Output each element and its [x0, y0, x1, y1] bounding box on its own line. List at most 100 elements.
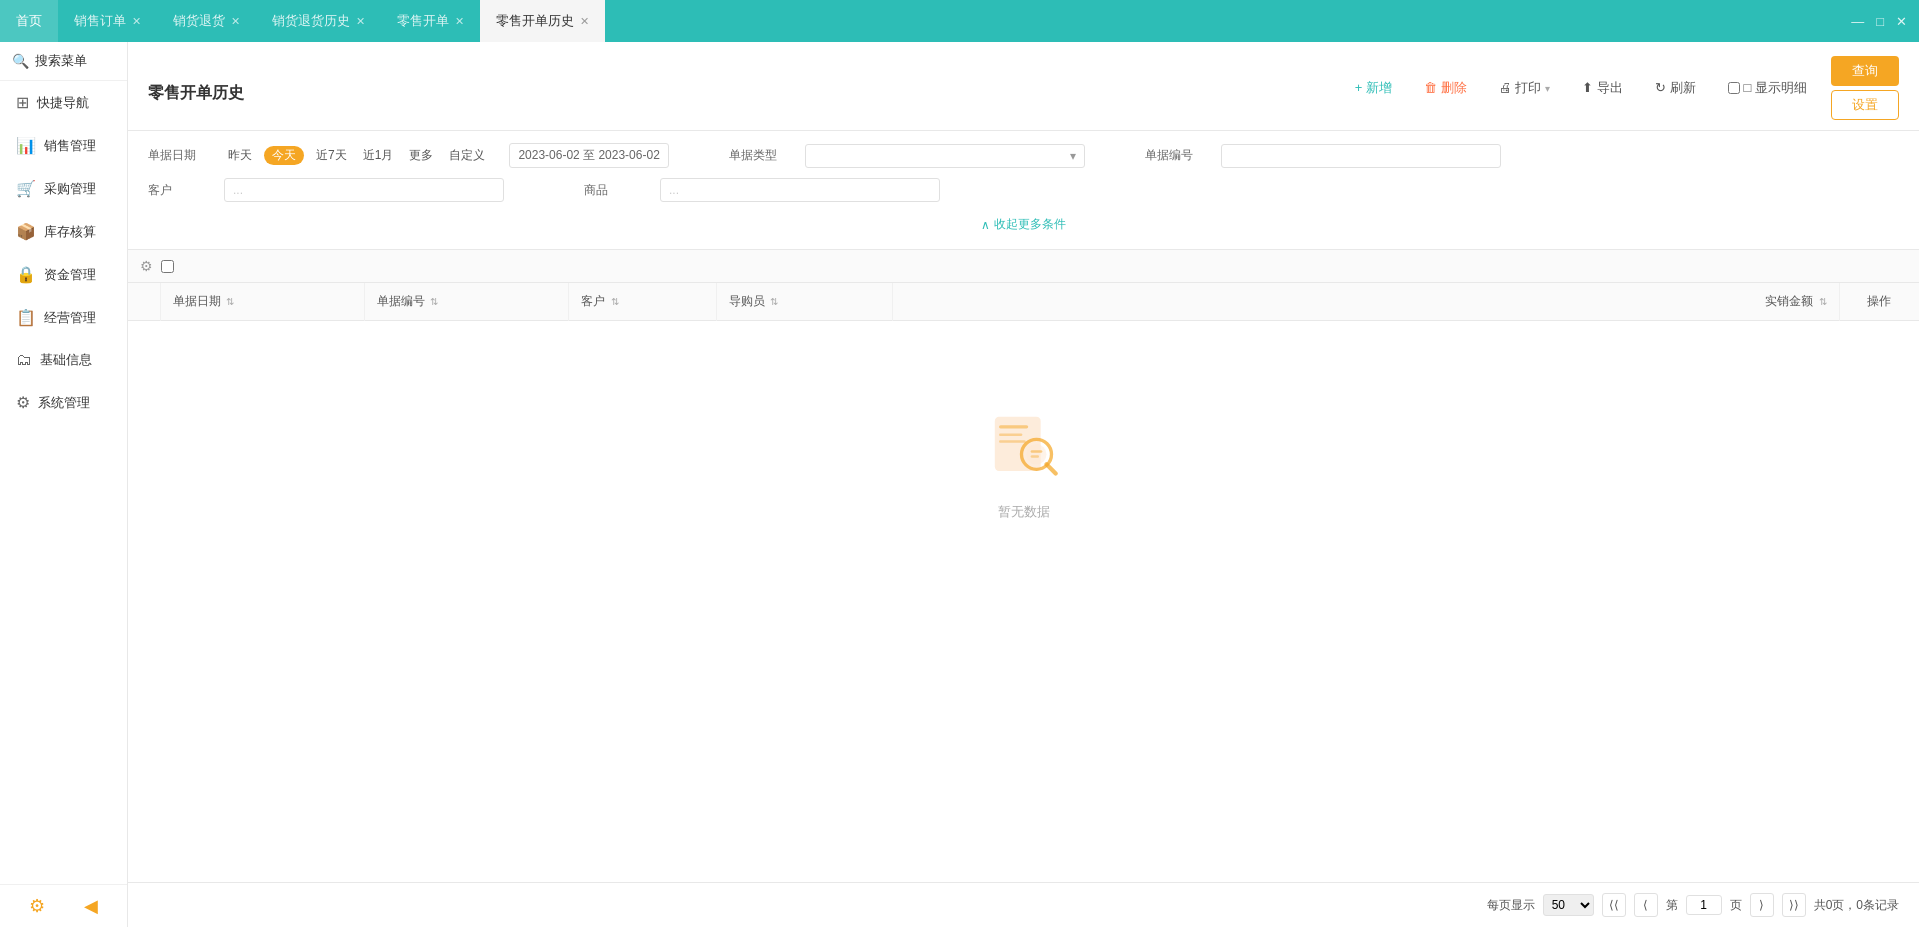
collapse-button[interactable]: ◀: [84, 895, 98, 917]
goods-label: 商品: [584, 182, 640, 199]
date-option-more[interactable]: 更多: [405, 146, 437, 165]
date-option-yesterday[interactable]: 昨天: [224, 146, 256, 165]
goods-dots[interactable]: ...: [669, 183, 679, 197]
svg-rect-7: [1030, 450, 1042, 453]
sidebar-item-basic-info[interactable]: 🗂 基础信息: [0, 339, 127, 381]
refresh-button[interactable]: ↻ 刷新: [1647, 75, 1704, 101]
settings-button[interactable]: ⚙: [29, 895, 45, 917]
print-button[interactable]: 🖨 打印 ▾: [1491, 75, 1559, 101]
tab-close-sales-return-history[interactable]: ✕: [356, 15, 365, 28]
tab-home[interactable]: 首页: [0, 0, 58, 42]
page-header: 零售开单历史 + 新增 🗑 删除 🖨 打印 ▾ ⬆ 导出 ↻ 刷新: [128, 42, 1919, 131]
filter-section: 单据日期 昨天 今天 近7天 近1月 更多 自定义 2023-06-02 至 2…: [128, 131, 1919, 250]
display-detail-button[interactable]: □ 显示明细: [1720, 75, 1815, 101]
th-guide: 导购员 ⇅: [716, 283, 892, 321]
svg-point-5: [1026, 444, 1046, 464]
table-toolbar: ⚙: [128, 250, 1919, 283]
th-checkbox: [128, 283, 160, 321]
page-last-btn[interactable]: ⟩⟩: [1782, 893, 1806, 917]
tab-sales-order[interactable]: 销售订单 ✕: [58, 0, 157, 42]
date-option-custom[interactable]: 自定义: [445, 146, 489, 165]
export-button[interactable]: ⬆ 导出: [1574, 75, 1631, 101]
quick-nav-icon: ⊞: [16, 93, 29, 112]
page-label-end: 页: [1730, 897, 1742, 914]
finance-icon: 🔒: [16, 265, 36, 284]
date-label: 单据日期: [148, 147, 204, 164]
number-input[interactable]: [1221, 144, 1501, 168]
tab-close-retail-history[interactable]: ✕: [580, 15, 589, 28]
page-actions: + 新增 🗑 删除 🖨 打印 ▾ ⬆ 导出 ↻ 刷新 □ 显示明细: [1347, 56, 1899, 130]
operation-icon: 📋: [16, 308, 36, 327]
sort-date-icon[interactable]: ⇅: [226, 296, 234, 307]
sort-amount-icon[interactable]: ⇅: [1819, 296, 1827, 307]
sidebar-nav: ⊞ 快捷导航 📊 销售管理 🛒 采购管理 📦 库存核算 🔒 资金管理 📋: [0, 81, 127, 884]
sort-customer-icon[interactable]: ⇅: [611, 296, 619, 307]
window-minimize[interactable]: —: [1851, 14, 1864, 29]
goods-select[interactable]: ...: [660, 178, 940, 202]
query-button[interactable]: 查询: [1831, 56, 1899, 86]
type-label: 单据类型: [729, 147, 785, 164]
add-button[interactable]: + 新增: [1347, 75, 1400, 101]
date-option-last7[interactable]: 近7天: [312, 146, 351, 165]
type-select[interactable]: ▾: [805, 144, 1085, 168]
basic-info-icon: 🗂: [16, 351, 32, 369]
th-op: 操作: [1839, 283, 1919, 321]
page-next-btn[interactable]: ⟩: [1750, 893, 1774, 917]
svg-line-6: [1046, 464, 1055, 473]
date-option-today[interactable]: 今天: [264, 146, 304, 165]
window-close[interactable]: ✕: [1896, 14, 1907, 29]
date-range-display[interactable]: 2023-06-02 至 2023-06-02: [509, 143, 668, 168]
print-dropdown-icon[interactable]: ▾: [1545, 83, 1550, 94]
sort-guide-icon[interactable]: ⇅: [770, 296, 778, 307]
sidebar-item-inventory[interactable]: 📦 库存核算: [0, 210, 127, 253]
table-gear-icon[interactable]: ⚙: [140, 258, 153, 274]
setting-button[interactable]: 设置: [1831, 90, 1899, 120]
customer-select[interactable]: ...: [224, 178, 504, 202]
delete-button[interactable]: 🗑 删除: [1416, 75, 1475, 101]
window-maximize[interactable]: □: [1876, 14, 1884, 29]
sidebar-item-finance[interactable]: 🔒 资金管理: [0, 253, 127, 296]
sidebar: 🔍 搜索菜单 ⊞ 快捷导航 📊 销售管理 🛒 采购管理 📦 库存核算 🔒: [0, 42, 128, 927]
tab-sales-return[interactable]: 销货退货 ✕: [157, 0, 256, 42]
per-page-select[interactable]: 50 20 100: [1543, 894, 1594, 916]
page-title: 零售开单历史: [148, 83, 244, 104]
collapse-btn[interactable]: ∧ 收起更多条件: [148, 212, 1899, 237]
sort-number-icon[interactable]: ⇅: [430, 296, 438, 307]
tab-close-retail-open[interactable]: ✕: [455, 15, 464, 28]
sidebar-item-system[interactable]: ⚙ 系统管理: [0, 381, 127, 424]
table-body: 暂无数据: [128, 321, 1919, 602]
customer-dots[interactable]: ...: [233, 183, 243, 197]
sidebar-search[interactable]: 🔍 搜索菜单: [0, 42, 127, 81]
filter-row-1: 单据日期 昨天 今天 近7天 近1月 更多 自定义 2023-06-02 至 2…: [148, 143, 1899, 168]
table-area: ⚙ 单据日期 ⇅ 单据编号 ⇅: [128, 250, 1919, 882]
sidebar-item-sales-mgmt[interactable]: 📊 销售管理: [0, 124, 127, 167]
page-first-btn[interactable]: ⟨⟨: [1602, 893, 1626, 917]
svg-rect-8: [1030, 455, 1038, 458]
tab-sales-return-history[interactable]: 销货退货历史 ✕: [256, 0, 381, 42]
tab-retail-open[interactable]: 零售开单 ✕: [381, 0, 480, 42]
pagination: 每页显示 50 20 100 ⟨⟨ ⟨ 第 页 ⟩ ⟩⟩ 共0页，0条记录: [128, 882, 1919, 927]
display-detail-checkbox[interactable]: [1728, 82, 1740, 94]
tab-retail-history[interactable]: 零售开单历史 ✕: [480, 0, 605, 42]
search-icon: 🔍: [12, 53, 29, 69]
tab-close-sales-return[interactable]: ✕: [231, 15, 240, 28]
page-prev-btn[interactable]: ⟨: [1634, 893, 1658, 917]
select-all-checkbox[interactable]: [161, 260, 174, 273]
sidebar-item-purchase-mgmt[interactable]: 🛒 采购管理: [0, 167, 127, 210]
window-controls: — □ ✕: [1851, 14, 1919, 29]
page-num-input[interactable]: [1686, 895, 1722, 915]
page-label: 第: [1666, 897, 1678, 914]
sidebar-item-quick-nav[interactable]: ⊞ 快捷导航: [0, 81, 127, 124]
sidebar-item-operation[interactable]: 📋 经营管理: [0, 296, 127, 339]
tab-close-sales-order[interactable]: ✕: [132, 15, 141, 28]
content-area: 零售开单历史 + 新增 🗑 删除 🖨 打印 ▾ ⬆ 导出 ↻ 刷新: [128, 42, 1919, 927]
table-header: 单据日期 ⇅ 单据编号 ⇅ 客户 ⇅ 导购员 ⇅: [128, 283, 1919, 321]
svg-rect-2: [999, 434, 1022, 437]
svg-rect-1: [999, 425, 1028, 428]
svg-rect-3: [999, 440, 1026, 443]
inventory-icon: 📦: [16, 222, 36, 241]
date-option-last1m[interactable]: 近1月: [359, 146, 398, 165]
data-table: 单据日期 ⇅ 单据编号 ⇅ 客户 ⇅ 导购员 ⇅: [128, 283, 1919, 601]
type-dropdown-icon: ▾: [1070, 149, 1076, 163]
empty-text: 暂无数据: [998, 503, 1050, 521]
